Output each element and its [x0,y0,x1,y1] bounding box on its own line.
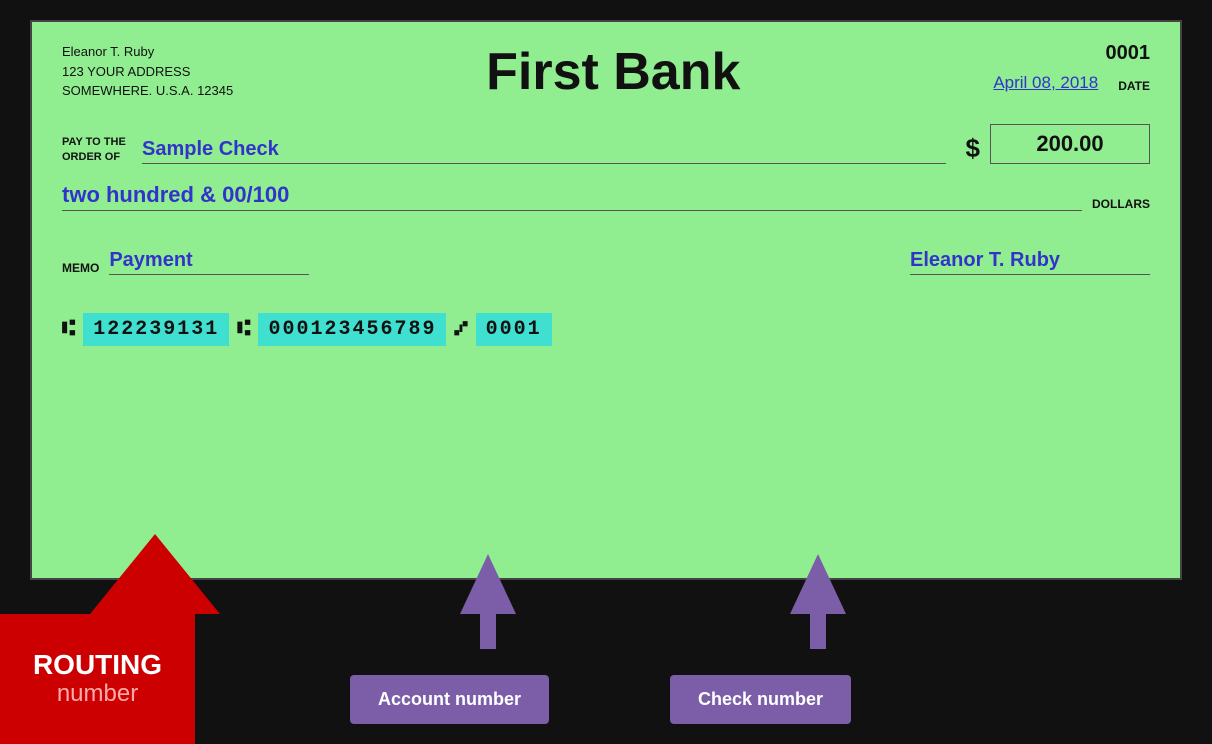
check-container: Eleanor T. Ruby 123 YOUR ADDRESS SOMEWHE… [30,20,1182,580]
account-address1: 123 YOUR ADDRESS [62,62,233,82]
annotation-area: ROUTING number Account number Check numb… [0,584,1212,744]
account-arrow-shaft [480,614,496,649]
date-label: DATE [1118,79,1150,93]
account-number-label: Account number [350,675,549,724]
routing-number: 122239131 [83,313,229,346]
check-number-display: 0001 [1070,42,1150,65]
account-arrow-container [460,554,516,649]
memo-value: Payment [109,249,192,271]
check-number-label: Check number [670,675,851,724]
check-number-micr: 0001 [476,313,552,346]
routing-triangle [90,534,220,614]
micr-dash-symbol: ⑇ [454,317,467,342]
account-holder-info: Eleanor T. Ruby 123 YOUR ADDRESS SOMEWHE… [62,42,233,101]
dollars-label: DOLLARS [1092,197,1150,211]
account-address2: SOMEWHERE. U.S.A. 12345 [62,81,233,101]
check-date: April 08, 2018 [993,73,1098,93]
micr-close-symbol: ⑆ [237,317,250,342]
payee-name: Sample Check [142,138,279,160]
amount-box: 200.00 [990,124,1150,164]
check-arrow-head [790,554,846,614]
amount-words: two hundred & 00/100 [62,182,1082,211]
signature: Eleanor T. Ruby [910,249,1060,271]
routing-label-line2: number [57,680,138,708]
dollar-sign: $ [966,133,980,164]
check-arrow-shaft [810,614,826,649]
micr-line: ⑆ 122239131 ⑆ 000123456789 ⑇ 0001 [62,313,1150,346]
account-holder-name: Eleanor T. Ruby [62,42,233,62]
check-arrow-container [790,554,846,649]
account-number: 000123456789 [258,313,446,346]
bank-name: First Bank [253,42,973,102]
routing-label-line1: ROUTING [33,650,162,681]
account-arrow-head [460,554,516,614]
pay-to-label: PAY TO THEORDER OF [62,135,132,164]
micr-open-symbol: ⑆ [62,317,75,342]
routing-box: ROUTING number [0,614,195,744]
memo-label: MEMO [62,261,99,275]
